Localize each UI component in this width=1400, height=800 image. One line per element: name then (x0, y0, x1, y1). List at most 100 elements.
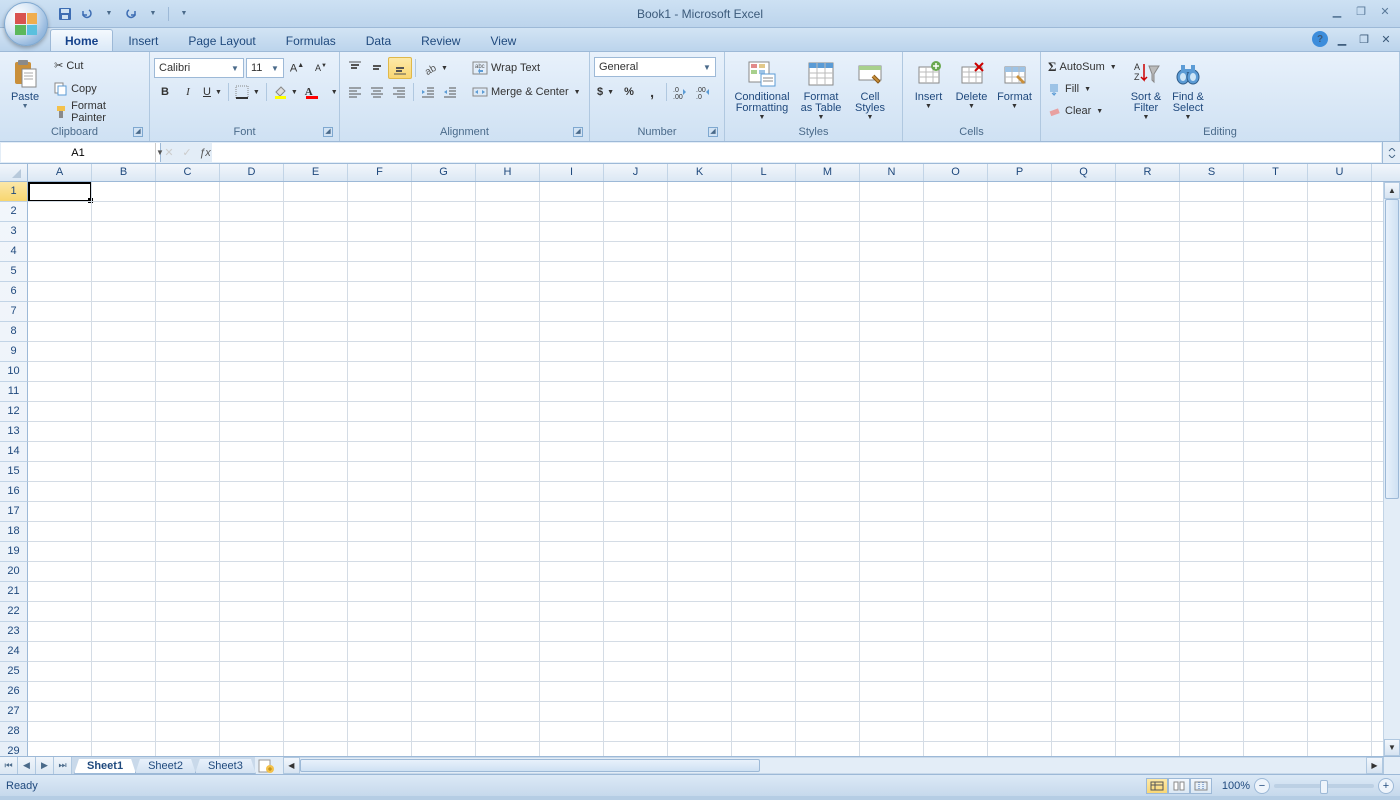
ribbon-minimize-button[interactable]: ▁ (1334, 31, 1350, 47)
font-name-combo[interactable]: Calibri▼ (154, 58, 244, 78)
row-header-4[interactable]: 4 (0, 242, 28, 262)
row-header-17[interactable]: 17 (0, 502, 28, 522)
redo-icon[interactable] (122, 5, 140, 23)
next-sheet-button[interactable]: ▶ (36, 757, 54, 774)
sheet-tab-sheet2[interactable]: Sheet2 (135, 759, 196, 774)
row-header-9[interactable]: 9 (0, 342, 28, 362)
last-sheet-button[interactable]: ⏭ (54, 757, 72, 774)
row-header-16[interactable]: 16 (0, 482, 28, 502)
shrink-font-button[interactable]: A▼ (310, 57, 332, 79)
clipboard-launcher[interactable]: ◢ (133, 127, 143, 137)
row-header-15[interactable]: 15 (0, 462, 28, 482)
column-header-Q[interactable]: Q (1052, 164, 1116, 181)
column-header-L[interactable]: L (732, 164, 796, 181)
autosum-button[interactable]: ΣAutoSum▼ (1045, 56, 1125, 78)
row-header-24[interactable]: 24 (0, 642, 28, 662)
zoom-slider[interactable] (1274, 784, 1374, 788)
decrease-decimal-button[interactable]: .00.0 (693, 81, 715, 103)
font-size-combo[interactable]: 11▼ (246, 58, 284, 78)
bold-button[interactable]: B (154, 81, 176, 103)
column-header-T[interactable]: T (1244, 164, 1308, 181)
row-header-14[interactable]: 14 (0, 442, 28, 462)
number-format-combo[interactable]: General▼ (594, 57, 716, 77)
row-header-3[interactable]: 3 (0, 222, 28, 242)
select-all-button[interactable] (0, 164, 28, 181)
paste-button[interactable]: Paste ▼ (4, 54, 46, 114)
row-header-21[interactable]: 21 (0, 582, 28, 602)
number-launcher[interactable]: ◢ (708, 127, 718, 137)
cancel-formula-button[interactable]: ✕ (162, 145, 176, 161)
column-header-F[interactable]: F (348, 164, 412, 181)
format-painter-button[interactable]: Format Painter (48, 100, 145, 123)
sheet-tab-sheet1[interactable]: Sheet1 (74, 759, 136, 774)
horizontal-scrollbar[interactable]: ◀ ▶ (283, 757, 1383, 774)
qat-customize-icon[interactable]: ▼ (175, 5, 193, 23)
name-box-dropdown[interactable]: ▼ (155, 143, 164, 162)
column-header-B[interactable]: B (92, 164, 156, 181)
column-header-A[interactable]: A (28, 164, 92, 181)
percent-format-button[interactable]: % (618, 81, 640, 103)
alignment-launcher[interactable]: ◢ (573, 127, 583, 137)
format-cells-button[interactable]: Format▼ (993, 54, 1036, 114)
hscroll-thumb[interactable] (300, 759, 760, 772)
merge-center-button[interactable]: Merge & Center▼ (469, 81, 589, 103)
clear-button[interactable]: Clear▼ (1045, 100, 1125, 122)
column-header-E[interactable]: E (284, 164, 348, 181)
row-header-18[interactable]: 18 (0, 522, 28, 542)
name-box[interactable] (1, 147, 155, 159)
zoom-out-button[interactable]: − (1254, 778, 1270, 794)
formula-bar-expand[interactable] (1382, 142, 1400, 163)
column-header-H[interactable]: H (476, 164, 540, 181)
formula-input[interactable] (212, 143, 1381, 162)
sort-filter-button[interactable]: AZ Sort & Filter▼ (1125, 54, 1167, 125)
row-header-10[interactable]: 10 (0, 362, 28, 382)
row-header-8[interactable]: 8 (0, 322, 28, 342)
row-header-26[interactable]: 26 (0, 682, 28, 702)
row-header-5[interactable]: 5 (0, 262, 28, 282)
redo-dropdown-icon[interactable]: ▼ (144, 5, 162, 23)
delete-cells-button[interactable]: Delete▼ (950, 54, 993, 114)
conditional-formatting-button[interactable]: Conditional Formatting▼ (729, 54, 795, 125)
format-as-table-button[interactable]: Format as Table▼ (795, 54, 847, 125)
italic-button[interactable]: I (177, 81, 199, 103)
tab-view[interactable]: View (475, 29, 531, 51)
cells-area[interactable] (28, 182, 1400, 756)
tab-home[interactable]: Home (50, 29, 113, 51)
column-header-R[interactable]: R (1116, 164, 1180, 181)
row-header-19[interactable]: 19 (0, 542, 28, 562)
tab-page-layout[interactable]: Page Layout (173, 29, 270, 51)
align-left-button[interactable] (344, 81, 366, 103)
align-right-button[interactable] (388, 81, 410, 103)
align-bottom-button[interactable] (388, 57, 412, 79)
new-sheet-button[interactable] (255, 757, 277, 774)
normal-view-button[interactable] (1146, 778, 1168, 794)
column-header-D[interactable]: D (220, 164, 284, 181)
row-header-7[interactable]: 7 (0, 302, 28, 322)
copy-button[interactable]: Copy (48, 77, 145, 100)
scroll-down-button[interactable]: ▼ (1384, 739, 1400, 756)
tab-review[interactable]: Review (406, 29, 475, 51)
align-center-button[interactable] (366, 81, 388, 103)
wrap-text-button[interactable]: abcWrap Text (469, 57, 589, 79)
column-header-P[interactable]: P (988, 164, 1052, 181)
tab-formulas[interactable]: Formulas (271, 29, 351, 51)
office-button[interactable] (4, 2, 48, 46)
undo-dropdown-icon[interactable]: ▼ (100, 5, 118, 23)
help-icon[interactable]: ? (1312, 31, 1328, 47)
row-header-27[interactable]: 27 (0, 702, 28, 722)
row-header-20[interactable]: 20 (0, 562, 28, 582)
restore-button[interactable]: ❐ (1352, 4, 1370, 18)
vertical-scrollbar[interactable]: ▲ ▼ (1383, 182, 1400, 756)
row-header-12[interactable]: 12 (0, 402, 28, 422)
font-launcher[interactable]: ◢ (323, 127, 333, 137)
column-header-S[interactable]: S (1180, 164, 1244, 181)
zoom-in-button[interactable]: + (1378, 778, 1394, 794)
cell-styles-button[interactable]: Cell Styles▼ (847, 54, 893, 125)
column-header-G[interactable]: G (412, 164, 476, 181)
insert-cells-button[interactable]: Insert▼ (907, 54, 950, 114)
first-sheet-button[interactable]: ⏮ (0, 757, 18, 774)
column-header-J[interactable]: J (604, 164, 668, 181)
row-header-13[interactable]: 13 (0, 422, 28, 442)
orientation-button[interactable]: ab▼ (419, 57, 451, 79)
column-header-U[interactable]: U (1308, 164, 1372, 181)
